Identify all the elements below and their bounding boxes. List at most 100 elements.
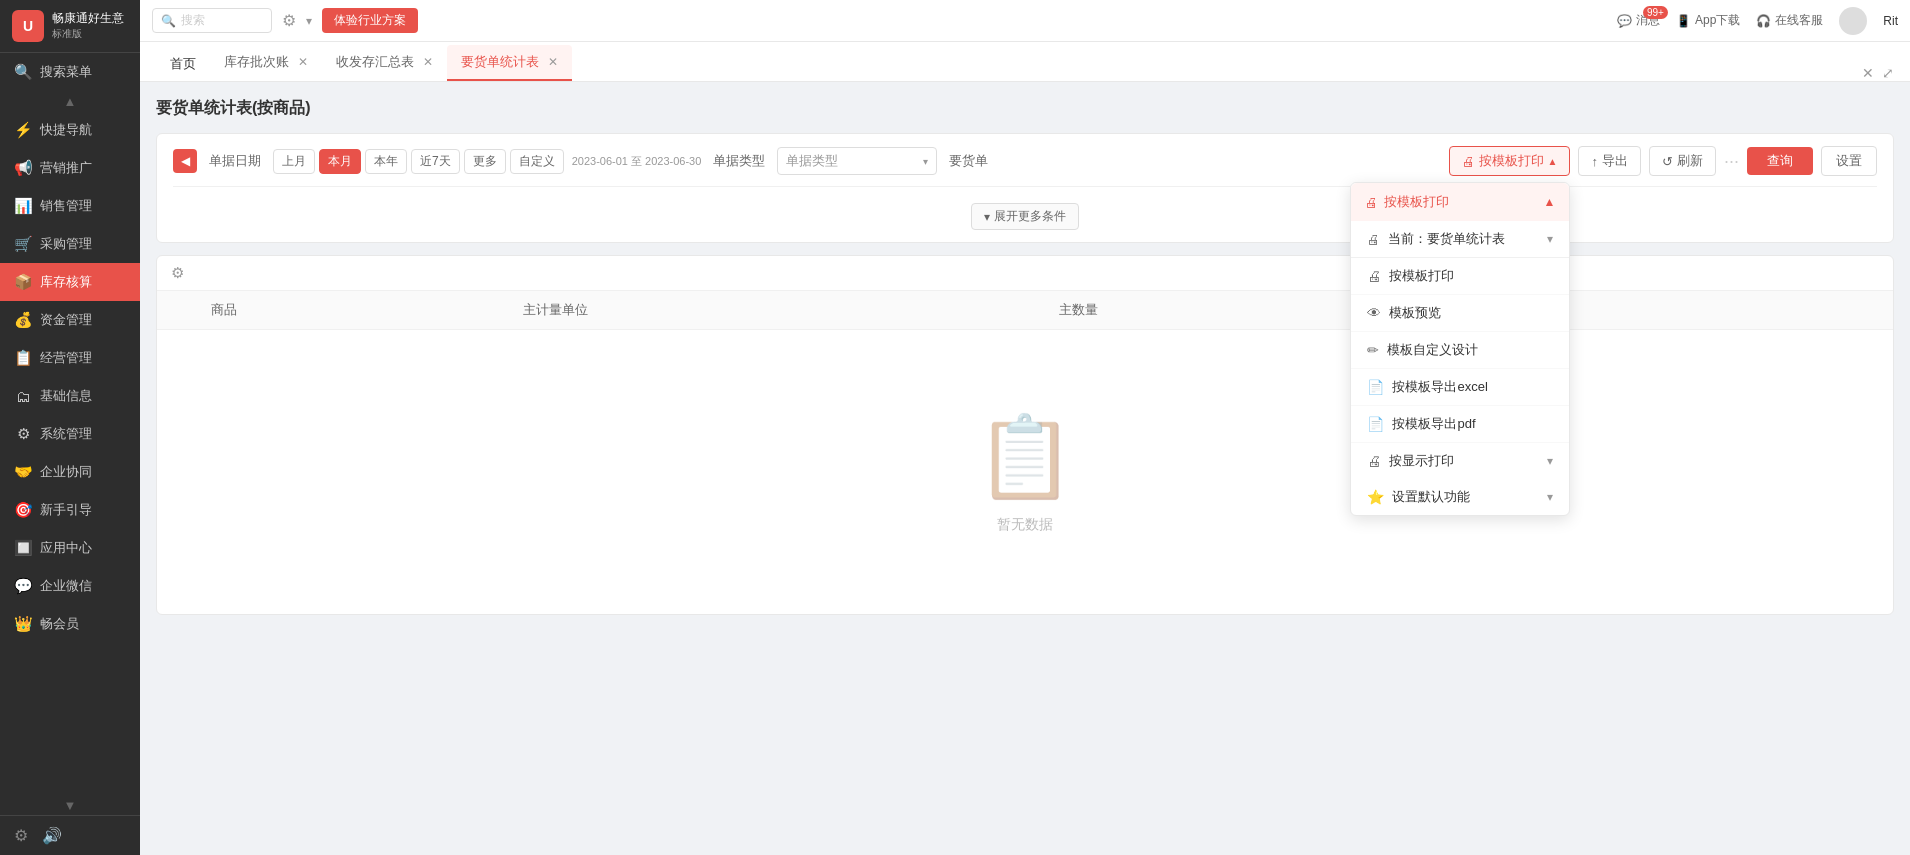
topbar: 🔍 搜索 ⚙ ▾ 体验行业方案 💬 消息 99+ 📱 App下载 🎧 在线客服 … xyxy=(140,0,1910,42)
date-filter-label: 单据日期 xyxy=(209,152,261,170)
search-placeholder: 搜索 xyxy=(181,12,205,29)
query-button[interactable]: 查询 xyxy=(1747,147,1813,175)
tab-inventory-batch-close[interactable]: ✕ xyxy=(298,55,308,69)
tabs-bar: 首页 库存批次账 ✕ 收发存汇总表 ✕ 要货单统计表 ✕ ✕ ⤢ xyxy=(140,42,1910,82)
tab-home[interactable]: 首页 xyxy=(156,47,210,81)
sidebar-item-label-wechat: 企业微信 xyxy=(40,577,92,595)
dropdown-header[interactable]: 🖨 按模板打印 ▲ xyxy=(1351,183,1569,221)
trial-button[interactable]: 体验行业方案 xyxy=(322,8,418,33)
purchase-icon: 🛒 xyxy=(14,235,32,253)
filter-action-area: 🖨 按模板打印 ▲ 🖨 按模板打印 ▲ xyxy=(1449,146,1877,176)
sidebar-item-app-center[interactable]: 🔲 应用中心 xyxy=(0,529,140,567)
app-tag: 标准版 xyxy=(52,27,124,41)
settings-icon[interactable]: ⚙ xyxy=(14,826,28,845)
sidebar-item-basic[interactable]: 🗂 基础信息 xyxy=(0,377,140,415)
type-select-arrow-icon: ▾ xyxy=(923,156,928,167)
sidebar-item-sales[interactable]: 📊 销售管理 xyxy=(0,187,140,225)
tab-receivable-summary-close[interactable]: ✕ xyxy=(423,55,433,69)
user-avatar[interactable] xyxy=(1839,7,1867,35)
dropdown-current-icon: 🖨 xyxy=(1367,232,1380,247)
dropdown-item-template-preview[interactable]: 👁 模板预览 xyxy=(1351,295,1569,332)
col-gear xyxy=(157,291,197,330)
tab-close-all-icon[interactable]: ✕ xyxy=(1862,65,1874,81)
sidebar-item-label-app-center: 应用中心 xyxy=(40,539,92,557)
sidebar-item-member[interactable]: 👑 畅会员 xyxy=(0,605,140,643)
sidebar-item-system[interactable]: ⚙ 系统管理 xyxy=(0,415,140,453)
template-preview-icon: 👁 xyxy=(1367,305,1381,321)
date-btn-7days[interactable]: 近7天 xyxy=(411,149,460,174)
print-button[interactable]: 🖨 按模板打印 ▲ xyxy=(1449,146,1571,176)
export-pdf-icon: 📄 xyxy=(1367,416,1384,432)
dropdown-subitem-default-function[interactable]: ⭐ 设置默认功能 ▾ xyxy=(1351,479,1569,515)
app-download-button[interactable]: 📱 App下载 xyxy=(1676,12,1740,29)
topbar-search[interactable]: 🔍 搜索 xyxy=(152,8,272,33)
app-logo-icon: U xyxy=(12,10,44,42)
sales-icon: 📊 xyxy=(14,197,32,215)
dropdown-item-template-print[interactable]: 🖨 按模板打印 xyxy=(1351,258,1569,295)
sidebar-item-operation[interactable]: 📋 经营管理 xyxy=(0,339,140,377)
filter-collapse-btn[interactable]: ◀ xyxy=(173,149,197,173)
sidebar-item-finance[interactable]: 💰 资金管理 xyxy=(0,301,140,339)
dropdown-item-template-design[interactable]: ✏ 模板自定义设计 xyxy=(1351,332,1569,369)
sidebar-item-quick-nav[interactable]: ⚡ 快捷导航 xyxy=(0,111,140,149)
sidebar-item-label-cooperation: 企业协同 xyxy=(40,463,92,481)
expand-more-button[interactable]: ▾ 展开更多条件 xyxy=(971,203,1079,230)
sidebar-item-cooperation[interactable]: 🤝 企业协同 xyxy=(0,453,140,491)
date-btn-this-month[interactable]: 本月 xyxy=(319,149,361,174)
topbar-chevron[interactable]: ▾ xyxy=(306,14,312,28)
filter-expand-row: ▾ 展开更多条件 xyxy=(173,186,1877,230)
sidebar-item-label-marketing: 营销推广 xyxy=(40,159,92,177)
cooperation-icon: 🤝 xyxy=(14,463,32,481)
online-service-button[interactable]: 🎧 在线客服 xyxy=(1756,12,1823,29)
topbar-gear-icon[interactable]: ⚙ xyxy=(282,11,296,30)
date-btn-custom[interactable]: 自定义 xyxy=(510,149,564,174)
operation-icon: 📋 xyxy=(14,349,32,367)
col-goods: 商品 xyxy=(197,291,509,330)
dropdown-subitem-display-print[interactable]: 🖨 按显示打印 ▾ xyxy=(1351,443,1569,479)
sidebar-item-purchase[interactable]: 🛒 采购管理 xyxy=(0,225,140,263)
date-btn-this-year[interactable]: 本年 xyxy=(365,149,407,174)
print-chevron-up-icon: ▲ xyxy=(1548,156,1558,167)
sidebar-item-guide[interactable]: 🎯 新手引导 xyxy=(0,491,140,529)
download-icon: 📱 xyxy=(1676,14,1691,28)
tab-expand-icon[interactable]: ⤢ xyxy=(1882,65,1894,81)
export-button[interactable]: ↑ 导出 xyxy=(1578,146,1641,176)
type-filter-select[interactable]: 单据类型 ▾ xyxy=(777,147,937,175)
data-table: ⚙ 商品 主计量单位 主数量 零售金额 xyxy=(156,255,1894,615)
dropdown-current-label: 当前：要货单统计表 xyxy=(1388,230,1505,248)
sidebar-item-wechat[interactable]: 💬 企业微信 xyxy=(0,567,140,605)
sidebar-item-label-guide: 新手引导 xyxy=(40,501,92,519)
settings-button[interactable]: 设置 xyxy=(1821,146,1877,176)
audio-icon[interactable]: 🔊 xyxy=(42,826,62,845)
template-design-icon: ✏ xyxy=(1367,342,1379,358)
print-area: 🖨 按模板打印 ▲ 🖨 按模板打印 ▲ xyxy=(1449,146,1571,176)
dropdown-item-export-excel[interactable]: 📄 按模板导出excel xyxy=(1351,369,1569,406)
tab-inventory-batch[interactable]: 库存批次账 ✕ xyxy=(210,45,322,81)
sidebar: U 畅康通好生意 标准版 🔍 搜索菜单 ▲ ⚡ 快捷导航 📢 营销推广 📊 销售… xyxy=(0,0,140,855)
display-print-left: 🖨 按显示打印 xyxy=(1367,452,1454,470)
sidebar-scroll-down[interactable]: ▼ xyxy=(0,795,140,815)
main-table: 商品 主计量单位 主数量 零售金额 📋 xyxy=(157,291,1893,614)
messages-badge: 99+ xyxy=(1643,6,1668,19)
dropdown-current-item[interactable]: 🖨 当前：要货单统计表 ▾ xyxy=(1351,221,1569,258)
table-gear-icon[interactable]: ⚙ xyxy=(171,264,184,282)
tab-receivable-summary[interactable]: 收发存汇总表 ✕ xyxy=(322,45,447,81)
tab-order-summary-close[interactable]: ✕ xyxy=(548,55,558,69)
refresh-button[interactable]: ↺ 刷新 xyxy=(1649,146,1716,176)
date-btn-last-month[interactable]: 上月 xyxy=(273,149,315,174)
default-function-label: 设置默认功能 xyxy=(1392,488,1470,506)
guide-icon: 🎯 xyxy=(14,501,32,519)
sidebar-item-search[interactable]: 🔍 搜索菜单 xyxy=(0,53,140,91)
sidebar-item-label-system: 系统管理 xyxy=(40,425,92,443)
messages-button[interactable]: 💬 消息 99+ xyxy=(1617,12,1660,29)
sidebar-item-marketing[interactable]: 📢 营销推广 xyxy=(0,149,140,187)
dropdown-item-export-pdf[interactable]: 📄 按模板导出pdf xyxy=(1351,406,1569,443)
app-name: 畅康通好生意 xyxy=(52,11,124,27)
more-options-icon[interactable]: ··· xyxy=(1724,151,1739,172)
date-btn-more[interactable]: 更多 xyxy=(464,149,506,174)
sidebar-scroll-up[interactable]: ▲ xyxy=(0,91,140,111)
sidebar-item-inventory[interactable]: 📦 库存核算 xyxy=(0,263,140,301)
marketing-icon: 📢 xyxy=(14,159,32,177)
tab-order-summary[interactable]: 要货单统计表 ✕ xyxy=(447,45,572,81)
username-label: Rit xyxy=(1883,14,1898,28)
